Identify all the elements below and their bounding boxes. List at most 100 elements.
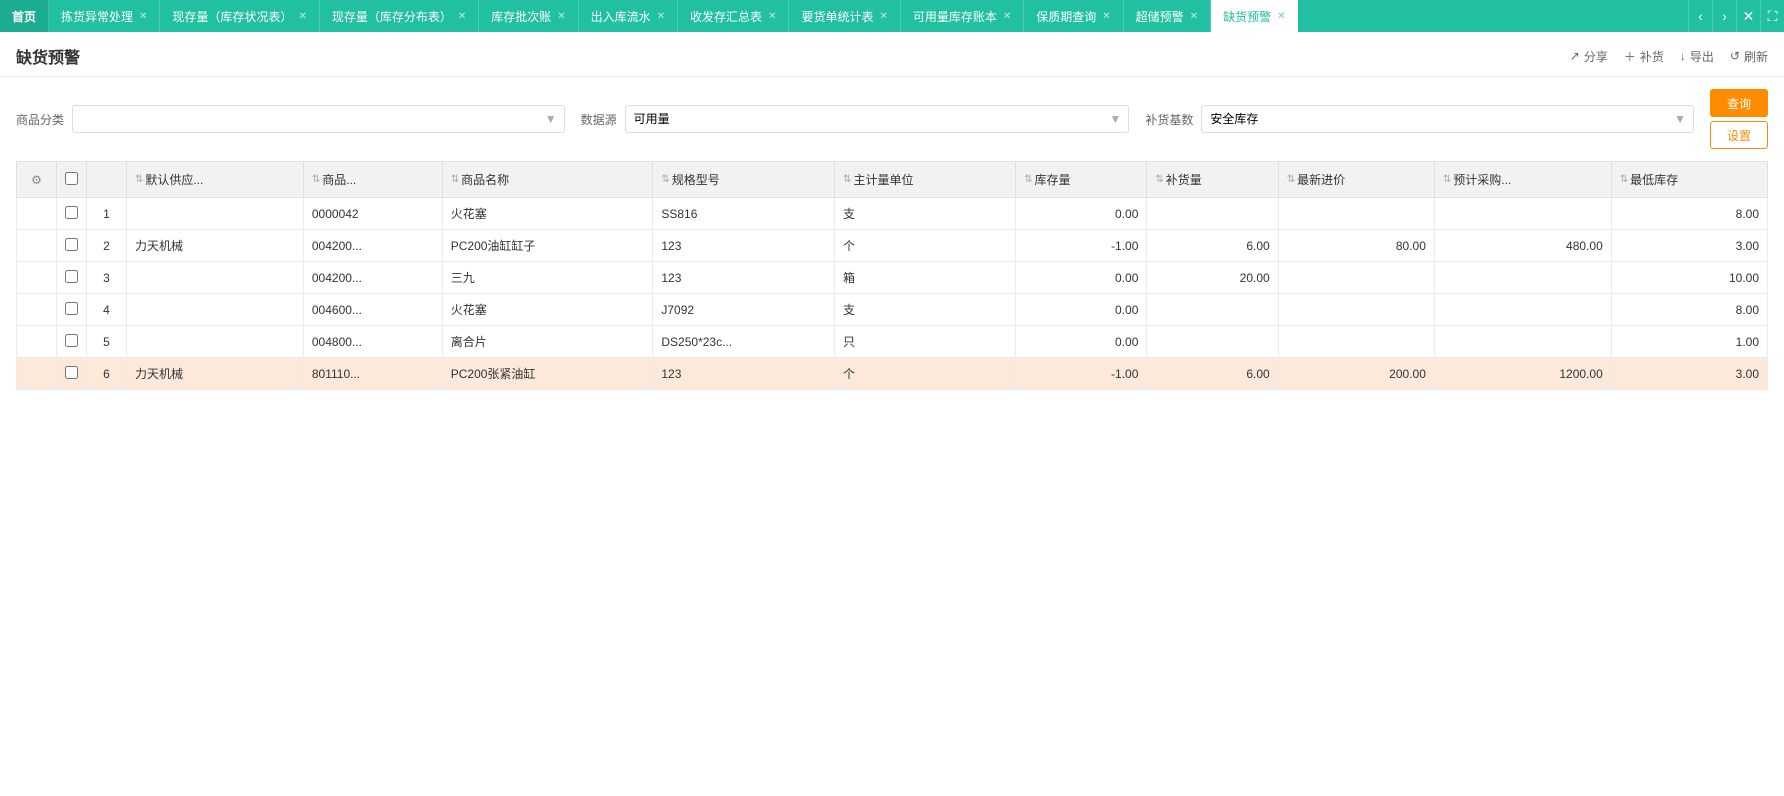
datasource-select[interactable]: 可用量 现存量 bbox=[625, 105, 1130, 133]
tab-batch-account[interactable]: 库存批次账 ✕ bbox=[479, 0, 578, 32]
tab-prev-button[interactable]: ‹ bbox=[1688, 0, 1712, 32]
row-min-stock-0: 8.00 bbox=[1611, 198, 1767, 230]
tab-label-inventory-status: 现存量（库存状况表） bbox=[172, 8, 292, 25]
row-spec-0: SS816 bbox=[653, 198, 835, 230]
export-label: 导出 bbox=[1690, 48, 1714, 65]
row-spec-4: DS250*23c... bbox=[653, 326, 835, 358]
row-code-2: 004200... bbox=[303, 262, 442, 294]
tab-exception[interactable]: 拣货异常处理✕ bbox=[49, 0, 160, 32]
row-checkbox-1 bbox=[57, 230, 87, 262]
datasource-select-wrap: 可用量 现存量 ▼ bbox=[625, 105, 1130, 133]
row-check-2[interactable] bbox=[65, 270, 78, 283]
tab-expiry-query[interactable]: 保质期查询✕ bbox=[1024, 0, 1123, 32]
tab-label-shortage: 缺货预警 bbox=[1223, 8, 1271, 25]
tab-shortage[interactable]: 缺货预警 ✕ bbox=[1211, 0, 1298, 32]
row-checkbox-5 bbox=[57, 358, 87, 390]
tab-fullscreen-button[interactable]: ⛶ bbox=[1760, 0, 1784, 32]
row-index-1: 2 bbox=[87, 230, 127, 262]
sort-icon-min: ⇅ bbox=[1620, 174, 1628, 185]
category-select-wrap: ▼ bbox=[72, 105, 565, 133]
header-row: ⚙ ⇅ 默认供应... ⇅ 商 bbox=[17, 162, 1768, 198]
row-restock-5: 6.00 bbox=[1147, 358, 1278, 390]
tab-close-exception[interactable]: ✕ bbox=[139, 11, 147, 22]
header-actions: ↗分享 ＋补货 ↓导出 ↺刷新 bbox=[1570, 48, 1768, 65]
category-filter: 商品分类 ▼ bbox=[16, 105, 565, 133]
table-row: 2 力天机械 004200... PC200油缸缸子 123 个 -1.00 6… bbox=[17, 230, 1768, 262]
row-check-5[interactable] bbox=[65, 366, 78, 379]
tab-inout-flow[interactable]: 出入库流水✕ bbox=[579, 0, 678, 32]
th-default-supplier: ⇅ 默认供应... bbox=[127, 162, 304, 198]
tab-close-available-ledger[interactable]: ✕ bbox=[1003, 11, 1011, 22]
refresh-button[interactable]: ↺刷新 bbox=[1730, 48, 1768, 65]
settings-icon[interactable]: ⚙ bbox=[31, 173, 42, 187]
export-button[interactable]: ↓导出 bbox=[1680, 48, 1714, 65]
row-unit-2: 箱 bbox=[835, 262, 1016, 294]
row-est-1: 480.00 bbox=[1434, 230, 1611, 262]
tab-collect-summary[interactable]: 收发存汇总表✕ bbox=[678, 0, 789, 32]
tab-label-batch-account: 库存批次账 bbox=[491, 8, 551, 25]
table-header: ⚙ ⇅ 默认供应... ⇅ 商 bbox=[17, 162, 1768, 198]
query-button[interactable]: 查询 bbox=[1710, 89, 1768, 117]
select-all-checkbox[interactable] bbox=[65, 172, 78, 185]
row-code-4: 004800... bbox=[303, 326, 442, 358]
row-name-4: 离合片 bbox=[442, 326, 653, 358]
tab-close-shortage[interactable]: ✕ bbox=[1277, 11, 1285, 22]
tab-order-stat[interactable]: 要货单统计表✕ bbox=[789, 0, 900, 32]
th-product-code: ⇅ 商品... bbox=[303, 162, 442, 198]
main-content: 缺货预警 ↗分享＋补货↓导出↺刷新 商品分类 ▼ 数据源 可用量 现存量 ▼ bbox=[0, 32, 1784, 796]
sort-icon-name: ⇅ bbox=[451, 174, 459, 185]
row-name-3: 火花塞 bbox=[442, 294, 653, 326]
base-filter: 补货基数 安全库存 最低库存 ▼ bbox=[1145, 105, 1694, 133]
tab-close-inout-flow[interactable]: ✕ bbox=[657, 11, 665, 22]
tab-close-expiry-query[interactable]: ✕ bbox=[1102, 11, 1110, 22]
row-checkbox-3 bbox=[57, 294, 87, 326]
tab-overstock[interactable]: 超储预警✕ bbox=[1124, 0, 1211, 32]
share-button[interactable]: ↗分享 bbox=[1570, 48, 1608, 65]
category-select[interactable] bbox=[72, 105, 565, 133]
row-spec-5: 123 bbox=[653, 358, 835, 390]
tab-inventory-dist[interactable]: 现存量（库存分布表）✕ bbox=[320, 0, 479, 32]
tab-next-button[interactable]: › bbox=[1712, 0, 1736, 32]
row-price-1: 80.00 bbox=[1278, 230, 1434, 262]
th-stock: ⇅ 库存量 bbox=[1016, 162, 1147, 198]
tab-available-ledger[interactable]: 可用量库存账本✕ bbox=[901, 0, 1024, 32]
th-min-stock: ⇅ 最低库存 bbox=[1611, 162, 1767, 198]
tab-close-overstock[interactable]: ✕ bbox=[1190, 11, 1198, 22]
row-index-3: 4 bbox=[87, 294, 127, 326]
row-min-stock-3: 8.00 bbox=[1611, 294, 1767, 326]
tab-close-inventory-status[interactable]: ✕ bbox=[298, 11, 306, 22]
row-min-stock-2: 10.00 bbox=[1611, 262, 1767, 294]
table-row: 3 004200... 三九 123 箱 0.00 20.00 10.00 bbox=[17, 262, 1768, 294]
row-min-stock-5: 3.00 bbox=[1611, 358, 1767, 390]
tab-close-collect-summary[interactable]: ✕ bbox=[768, 11, 776, 22]
tab-close-button[interactable]: ✕ bbox=[1736, 0, 1760, 32]
row-check-0[interactable] bbox=[65, 206, 78, 219]
tab-inventory-status[interactable]: 现存量（库存状况表） ✕ bbox=[160, 0, 319, 32]
tab-label-home: 首页 bbox=[12, 8, 36, 25]
row-check-3[interactable] bbox=[65, 302, 78, 315]
filter-bar: 商品分类 ▼ 数据源 可用量 现存量 ▼ 补货基数 bbox=[0, 77, 1784, 161]
refresh-icon: ↺ bbox=[1730, 49, 1740, 63]
row-check-1[interactable] bbox=[65, 238, 78, 251]
tab-home[interactable]: 首页 bbox=[0, 0, 49, 32]
th-est-purchase: ⇅ 预计采购... bbox=[1434, 162, 1611, 198]
row-unit-4: 只 bbox=[835, 326, 1016, 358]
table-row: 6 力天机械 801110... PC200张紧油缸 123 个 -1.00 6… bbox=[17, 358, 1768, 390]
tab-close-batch-account[interactable]: ✕ bbox=[557, 11, 565, 22]
datasource-label: 数据源 bbox=[581, 111, 617, 128]
row-spec-1: 123 bbox=[653, 230, 835, 262]
th-unit: ⇅ 主计量单位 bbox=[835, 162, 1016, 198]
base-select[interactable]: 安全库存 最低库存 bbox=[1201, 105, 1694, 133]
sort-icon-est: ⇅ bbox=[1443, 174, 1451, 185]
row-stock-5: -1.00 bbox=[1016, 358, 1147, 390]
row-unit-0: 支 bbox=[835, 198, 1016, 230]
tab-close-inventory-dist[interactable]: ✕ bbox=[458, 11, 466, 22]
row-stock-2: 0.00 bbox=[1016, 262, 1147, 294]
row-check-4[interactable] bbox=[65, 334, 78, 347]
tab-close-order-stat[interactable]: ✕ bbox=[879, 11, 887, 22]
row-index-2: 3 bbox=[87, 262, 127, 294]
restock-button[interactable]: ＋补货 bbox=[1624, 48, 1664, 65]
category-label: 商品分类 bbox=[16, 111, 64, 128]
row-est-2 bbox=[1434, 262, 1611, 294]
settings-button[interactable]: 设置 bbox=[1710, 121, 1768, 149]
